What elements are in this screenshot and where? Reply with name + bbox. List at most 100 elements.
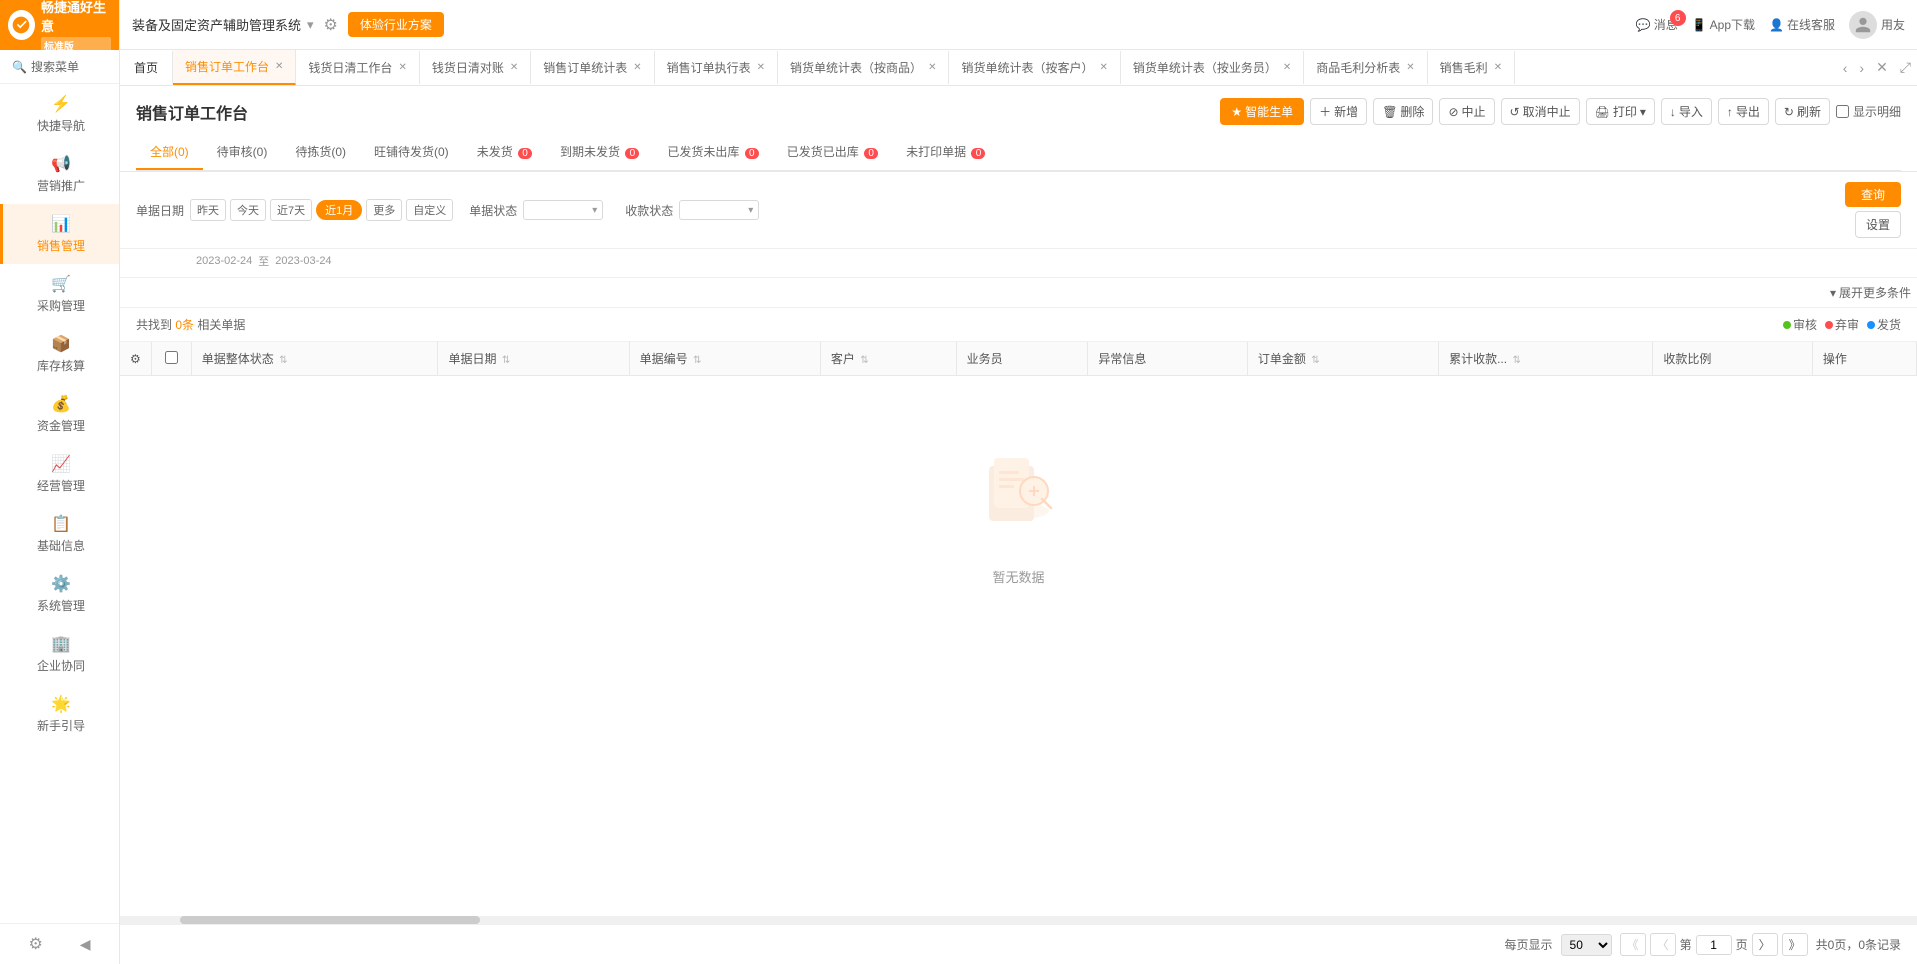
cancel-stop-button[interactable]: ↺ 取消中止 (1501, 98, 1580, 125)
logo-text: 畅捷通好生意 (41, 0, 111, 35)
tab-close-sales-staff[interactable]: ✕ (1283, 62, 1291, 73)
sidebar-item-system[interactable]: ⚙️ 系统管理 (0, 564, 119, 624)
delete-button[interactable]: 🗑 删除 (1373, 98, 1433, 125)
date-custom-btn[interactable]: 自定义 (406, 199, 453, 221)
show-detail-checkbox[interactable] (1836, 105, 1849, 118)
page-prev-button[interactable]: 〈 (1650, 933, 1676, 956)
review-batch-btn[interactable]: 审核 (1783, 316, 1817, 333)
tab-sales-stat[interactable]: 销售订单统计表 ✕ (531, 51, 654, 84)
date-more-btn[interactable]: 更多 (366, 199, 402, 221)
tab-close-sales-customer[interactable]: ✕ (1099, 62, 1107, 73)
sub-tab-wangpu[interactable]: 旺铺待发货(0) (360, 135, 463, 170)
tab-sales-staff[interactable]: 销货单统计表（按业务员） ✕ (1121, 51, 1304, 84)
sidebar-item-purchase[interactable]: 🛒 采购管理 (0, 264, 119, 324)
unreview-batch-btn[interactable]: 弃审 (1825, 316, 1859, 333)
sort-customer-icon[interactable]: ⇅ (860, 355, 868, 366)
message-item[interactable]: 💬 消息 6 (1636, 16, 1678, 33)
sub-tab-shipped-not-out[interactable]: 已发货未出库 0 (653, 135, 772, 170)
tab-cash-daily[interactable]: 钱货日清工作台 ✕ (296, 51, 419, 84)
sort-received-icon[interactable]: ⇅ (1512, 355, 1520, 366)
date-1month-btn[interactable]: 近1月 (316, 200, 362, 220)
sub-tab-all[interactable]: 全部(0) (136, 135, 203, 170)
date-filter-label: 单据日期 (136, 202, 184, 219)
horizontal-scrollbar[interactable] (120, 916, 1917, 924)
tab-close-cash-reconcile[interactable]: ✕ (510, 62, 518, 73)
tab-sales-profit[interactable]: 销售毛利 ✕ (1428, 51, 1515, 84)
sort-number-icon[interactable]: ⇅ (693, 355, 701, 366)
sidebar-collapse-icon[interactable]: ◀ (80, 936, 91, 953)
tab-close-sales-exec[interactable]: ✕ (757, 62, 765, 73)
expand-button[interactable]: ▾ 展开更多条件 (1830, 284, 1911, 301)
online-service-item[interactable]: 👤 在线客服 (1769, 16, 1835, 33)
sub-tab-not-printed[interactable]: 未打印单据 0 (892, 135, 999, 170)
tab-close-all-icon[interactable]: ✕ (1870, 55, 1894, 80)
date-7days-btn[interactable]: 近7天 (270, 199, 312, 221)
logo-icon (8, 10, 35, 40)
sidebar-item-enterprise[interactable]: 🏢 企业协同 (0, 624, 119, 684)
sub-tab-pending-review[interactable]: 待审核(0) (203, 135, 282, 170)
sidebar-settings-icon[interactable]: ⚙ (28, 934, 42, 954)
stop-button[interactable]: ⊘ 中止 (1439, 98, 1494, 125)
date-today-btn[interactable]: 今天 (230, 199, 266, 221)
show-detail-label[interactable]: 显示明细 (1836, 103, 1901, 120)
sort-date-icon[interactable]: ⇅ (502, 355, 510, 366)
tab-prev-button[interactable]: ‹ (1837, 56, 1854, 80)
page-last-button[interactable]: 》 (1782, 933, 1808, 956)
sub-tab-shipped-out[interactable]: 已发货已出库 0 (773, 135, 892, 170)
print-button[interactable]: 🖨 打印 ▾ (1586, 98, 1655, 125)
sub-tab-pending-inspect[interactable]: 待拣货(0) (281, 135, 360, 170)
tab-close-sales-product[interactable]: ✕ (928, 62, 936, 73)
add-button[interactable]: ＋ 新增 (1310, 98, 1367, 125)
sidebar-item-basic[interactable]: 📋 基础信息 (0, 504, 119, 564)
solution-button[interactable]: 体验行业方案 (348, 12, 444, 37)
app-download-item[interactable]: 📱 App下载 (1692, 16, 1755, 33)
tab-margin-analysis[interactable]: 商品毛利分析表 ✕ (1304, 51, 1427, 84)
query-button[interactable]: 查询 (1845, 182, 1901, 207)
per-page-select[interactable]: 50 100 200 (1561, 934, 1612, 956)
page-first-button[interactable]: 《 (1620, 933, 1646, 956)
sort-amount-icon[interactable]: ⇅ (1311, 355, 1319, 366)
status-select[interactable] (523, 200, 603, 220)
sidebar-item-quick-nav[interactable]: ⚡ 快捷导航 (0, 84, 119, 144)
sidebar-item-guide[interactable]: 🌟 新手引导 (0, 684, 119, 744)
smart-generate-button[interactable]: ★ 智能生单 (1220, 98, 1304, 125)
select-all-checkbox[interactable] (165, 351, 178, 364)
sidebar-item-inventory[interactable]: 📦 库存核算 (0, 324, 119, 384)
sidebar-item-finance[interactable]: 💰 资金管理 (0, 384, 119, 444)
sub-tab-not-shipped[interactable]: 未发货 0 (463, 135, 546, 170)
topbar-settings-icon[interactable]: ⚙ (324, 15, 338, 35)
sub-tab-overdue[interactable]: 到期未发货 0 (546, 135, 653, 170)
tab-sales-customer[interactable]: 销货单统计表（按客户） ✕ (949, 51, 1120, 84)
import-button[interactable]: ↓ 导入 (1661, 98, 1712, 125)
refresh-button[interactable]: ↻ 刷新 (1775, 98, 1830, 125)
tab-sales-product[interactable]: 销货单统计表（按商品） ✕ (778, 51, 949, 84)
sidebar-item-marketing[interactable]: 📢 营销推广 (0, 144, 119, 204)
search-menu[interactable]: 🔍 搜索菜单 (0, 50, 119, 84)
user-item[interactable]: 用友 (1849, 11, 1905, 39)
page-next-button[interactable]: 〉 (1752, 933, 1778, 956)
tab-expand-icon[interactable]: ⤢ (1894, 55, 1917, 80)
sidebar-item-sales[interactable]: 📊 销售管理 (0, 204, 119, 264)
tab-cash-reconcile[interactable]: 钱货日清对账 ✕ (420, 51, 531, 84)
tab-close-sales-workbench[interactable]: ✕ (275, 61, 283, 72)
sort-status-icon[interactable]: ⇅ (279, 355, 287, 366)
tab-sales-exec[interactable]: 销售订单执行表 ✕ (655, 51, 778, 84)
topbar-dropdown-icon[interactable]: ▾ (307, 17, 314, 33)
scroll-thumb[interactable] (180, 916, 480, 924)
tab-sales-workbench[interactable]: 销售订单工作台 ✕ (173, 50, 296, 85)
th-settings[interactable]: ⚙ (120, 342, 151, 376)
date-yesterday-btn[interactable]: 昨天 (190, 199, 226, 221)
tab-close-cash-daily[interactable]: ✕ (398, 62, 406, 73)
tab-close-sales-stat[interactable]: ✕ (633, 62, 641, 73)
setting-button[interactable]: 设置 (1855, 211, 1901, 238)
tab-home[interactable]: 首页 (120, 51, 173, 84)
export-button[interactable]: ↑ 导出 (1718, 98, 1769, 125)
tab-close-sales-profit[interactable]: ✕ (1494, 62, 1502, 73)
sidebar-logo: 畅捷通好生意 标准版 (0, 0, 119, 50)
ship-batch-btn[interactable]: 发货 (1867, 316, 1901, 333)
tab-close-margin-analysis[interactable]: ✕ (1406, 62, 1414, 73)
sidebar-item-operation[interactable]: 📈 经营管理 (0, 444, 119, 504)
tab-next-button[interactable]: › (1853, 56, 1870, 80)
page-input[interactable] (1696, 935, 1732, 955)
receive-select[interactable] (679, 200, 759, 220)
